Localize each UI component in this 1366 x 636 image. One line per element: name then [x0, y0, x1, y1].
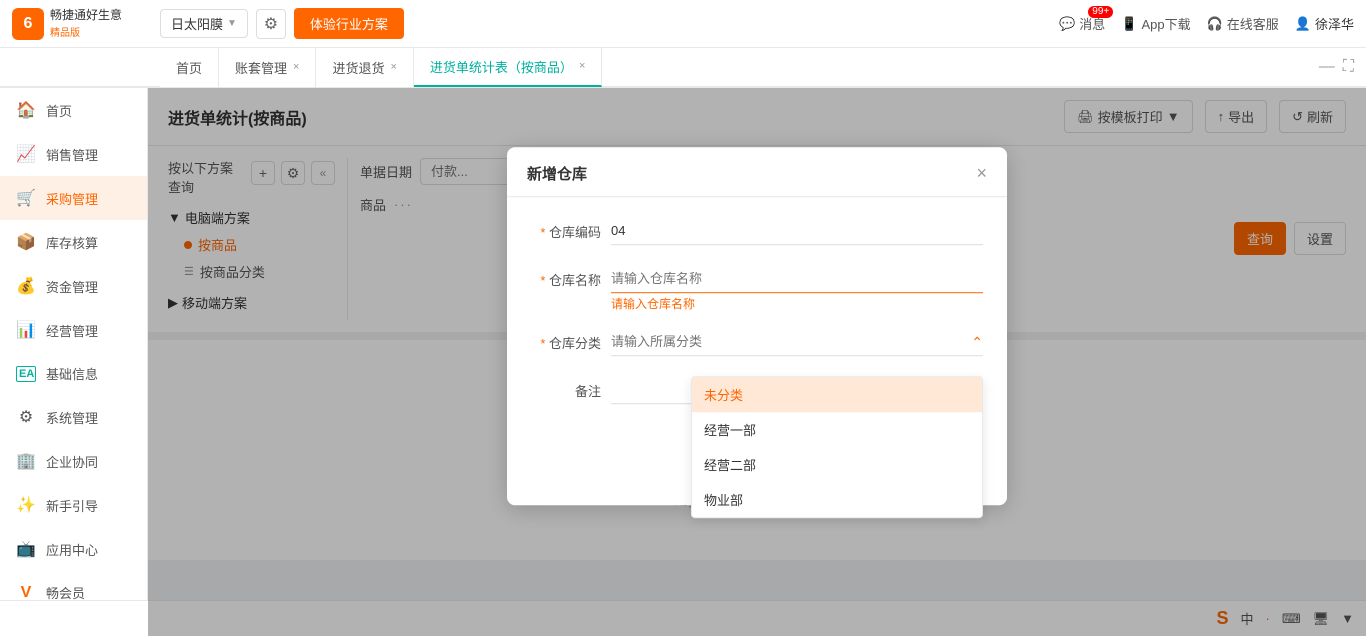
add-warehouse-dialog: 新增仓库 × * 仓库编码 * 仓库名称	[507, 147, 1007, 505]
message-badge: 99+	[1088, 6, 1113, 18]
code-control	[611, 217, 983, 245]
sidebar: 🏠 首页 📈 销售管理 🛒 采购管理 📦 库存核算 💰 资金管理 📊 经营管理 …	[0, 88, 148, 636]
sidebar-item-home[interactable]: 🏠 首页	[0, 88, 147, 132]
content-area: 进货单统计(按商品) 🖨 按模板打印 ▼ ↑ 导出 ↺ 刷新	[148, 88, 1366, 636]
sidebar-item-purchase[interactable]: 🛒 采购管理	[0, 176, 147, 220]
user-icon: 👤	[1295, 16, 1311, 32]
tab-close-active-icon[interactable]: ×	[579, 60, 585, 72]
gear-button[interactable]: ⚙	[256, 9, 286, 39]
message-icon: 💬	[1059, 16, 1075, 32]
tab-action-expand-icon[interactable]: ⛶	[1343, 58, 1354, 76]
logo-icon: 6	[12, 8, 44, 40]
name-input[interactable]	[611, 265, 983, 293]
sidebar-item-enterprise[interactable]: 🏢 企业协同	[0, 439, 147, 483]
category-control: ⌃ 未分类 经营一部 经营二部 物业部	[611, 328, 983, 356]
category-input[interactable]	[611, 328, 983, 356]
operation-icon: 📊	[16, 320, 36, 340]
vip-icon: V	[16, 584, 36, 602]
system-icon: ⚙	[16, 407, 36, 427]
main-layout: 🏠 首页 📈 销售管理 🛒 采购管理 📦 库存核算 💰 资金管理 📊 经营管理 …	[0, 88, 1366, 636]
tab-purchase-return[interactable]: 进货退货 ×	[316, 47, 413, 87]
name-label: * 仓库名称	[531, 265, 611, 297]
category-label: * 仓库分类	[531, 328, 611, 360]
tab-bar: 首页 账套管理 × 进货退货 × 进货单统计表（按商品） × — ⛶	[0, 48, 1366, 88]
sidebar-item-basic-info[interactable]: EA 基础信息	[0, 352, 147, 395]
enterprise-icon: 🏢	[16, 451, 36, 471]
home-icon: 🏠	[16, 100, 36, 120]
sidebar-item-finance[interactable]: 💰 资金管理	[0, 264, 147, 308]
gear-icon: ⚙	[264, 14, 278, 34]
purchase-icon: 🛒	[16, 188, 36, 208]
form-row-name: * 仓库名称 请输入仓库名称	[531, 265, 983, 312]
dialog-header: 新增仓库 ×	[507, 147, 1007, 197]
category-dropdown-icon[interactable]: ⌃	[971, 334, 983, 351]
code-label: * 仓库编码	[531, 217, 611, 249]
finance-icon: 💰	[16, 276, 36, 296]
dropdown-option-dept3[interactable]: 物业部	[692, 482, 982, 517]
tab-actions: — ⛶	[1319, 58, 1366, 76]
sidebar-item-newbie[interactable]: ✨ 新手引导	[0, 483, 147, 527]
app-download-item[interactable]: 📱 App下载	[1121, 14, 1190, 33]
name-control: 请输入仓库名称	[611, 265, 983, 312]
dialog-body: * 仓库编码 * 仓库名称 请输入仓库名称	[507, 197, 1007, 444]
tab-home[interactable]: 首页	[160, 47, 219, 87]
header-right: 💬 消息 99+ 📱 App下载 🎧 在线客服 👤 徐泽华	[1059, 14, 1354, 33]
sidebar-item-sales[interactable]: 📈 销售管理	[0, 132, 147, 176]
inventory-icon: 📦	[16, 232, 36, 252]
form-row-code: * 仓库编码	[531, 217, 983, 249]
header-middle: 日太阳膜 ▼ ⚙ 体验行业方案	[160, 8, 1059, 39]
store-select-arrow-icon: ▼	[227, 18, 237, 29]
dialog-close-button[interactable]: ×	[976, 163, 987, 184]
phone-icon: 📱	[1121, 16, 1137, 32]
dropdown-option-dept1[interactable]: 经营一部	[692, 412, 982, 447]
sidebar-item-system[interactable]: ⚙ 系统管理	[0, 395, 147, 439]
sidebar-item-operation[interactable]: 📊 经营管理	[0, 308, 147, 352]
app-center-icon: 📺	[16, 539, 36, 559]
store-select[interactable]: 日太阳膜 ▼	[160, 9, 248, 38]
sales-icon: 📈	[16, 144, 36, 164]
trial-button[interactable]: 体验行业方案	[294, 8, 404, 39]
sidebar-item-app-center[interactable]: 📺 应用中心	[0, 527, 147, 571]
name-error-msg: 请输入仓库名称	[611, 295, 983, 312]
logo-text: 畅捷通好生意	[50, 8, 122, 24]
online-service-item[interactable]: 🎧 在线客服	[1207, 14, 1279, 33]
dialog-title: 新增仓库	[527, 163, 587, 184]
headset-icon: 🎧	[1207, 16, 1223, 32]
messages-item[interactable]: 💬 消息 99+	[1059, 14, 1105, 33]
logo-badge: 精品版	[50, 24, 122, 39]
form-row-category: * 仓库分类 ⌃ 未分类 经营一部 经营二部 物业部	[531, 328, 983, 360]
tab-account[interactable]: 账套管理 ×	[219, 47, 316, 87]
tab-close-icon[interactable]: ×	[293, 61, 299, 73]
category-dropdown-list: 未分类 经营一部 经营二部 物业部	[691, 376, 983, 518]
sidebar-item-inventory[interactable]: 📦 库存核算	[0, 220, 147, 264]
top-header: 6 畅捷通好生意 精品版 日太阳膜 ▼ ⚙ 体验行业方案 💬 消息 99+ 📱 …	[0, 0, 1366, 48]
basic-info-icon: EA	[16, 366, 36, 382]
dropdown-option-unclassified[interactable]: 未分类	[692, 377, 982, 412]
note-label: 备注	[531, 376, 611, 408]
newbie-icon: ✨	[16, 495, 36, 515]
tab-close-icon[interactable]: ×	[390, 61, 396, 73]
code-input[interactable]	[611, 217, 983, 245]
user-item[interactable]: 👤 徐泽华	[1295, 14, 1354, 33]
user-name: 徐泽华	[1315, 14, 1354, 33]
dropdown-option-dept2[interactable]: 经营二部	[692, 447, 982, 482]
tab-purchase-stats[interactable]: 进货单统计表（按商品） ×	[414, 47, 602, 87]
logo-area: 6 畅捷通好生意 精品版	[12, 8, 160, 40]
tab-action-minus-icon[interactable]: —	[1319, 58, 1335, 76]
